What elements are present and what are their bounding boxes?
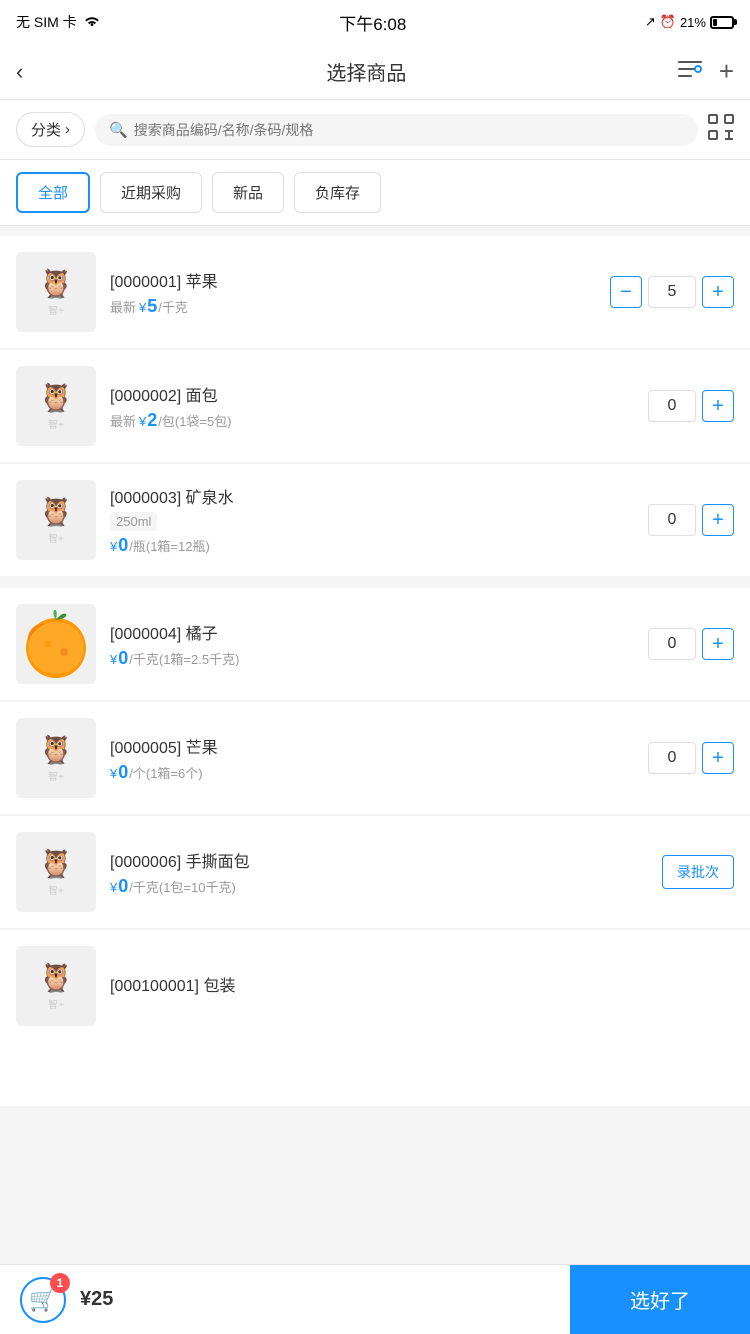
product-price: 最新 ¥ 5 /千克 <box>110 296 596 317</box>
product-thumbnail: 🦉 智+ <box>16 252 96 332</box>
search-icon: 🔍 <box>109 121 128 139</box>
scan-icon[interactable] <box>708 114 734 146</box>
search-input[interactable] <box>134 122 684 138</box>
quantity-plus-button[interactable]: + <box>702 628 734 660</box>
product-thumbnail: 🦉 智+ <box>16 718 96 798</box>
status-time: 下午6:08 <box>339 10 406 35</box>
product-thumbnail: 🦉 智+ <box>16 366 96 446</box>
product-quantity: + <box>648 628 734 660</box>
nav-bar: ‹ 选择商品 + <box>0 44 750 100</box>
product-price: ¥ 0 /个(1箱=6个) <box>110 762 634 783</box>
quantity-input[interactable] <box>648 742 696 774</box>
cart-total: ¥25 <box>80 1288 113 1311</box>
search-bar: 分类 › 🔍 <box>0 100 750 160</box>
tab-recent[interactable]: 近期采购 <box>100 172 202 213</box>
product-thumbnail: 🦉 智+ <box>16 946 96 1026</box>
owl-icon: 🦉 <box>39 495 74 528</box>
product-name: [0000005] 芒果 <box>110 734 634 758</box>
product-price: ¥ 0 /千克(1包=10千克) <box>110 876 648 897</box>
status-left: 无 SIM 卡 <box>16 12 101 32</box>
list-item: 🦉 智+ [0000001] 苹果 最新 ¥ 5 /千克 − + <box>0 236 750 348</box>
product-info: [0000006] 手撕面包 ¥ 0 /千克(1包=10千克) <box>110 848 648 897</box>
add-icon[interactable]: + <box>719 56 734 87</box>
list-item: 🦉 智+ [0000006] 手撕面包 ¥ 0 /千克(1包=10千克) 录批次 <box>0 816 750 928</box>
product-name: [000100001] 包装 <box>110 972 734 996</box>
filter-tabs: 全部 近期采购 新品 负库存 <box>0 160 750 226</box>
search-input-wrap: 🔍 <box>95 114 698 146</box>
divider <box>0 226 750 236</box>
quantity-minus-button[interactable]: − <box>610 276 642 308</box>
tab-all[interactable]: 全部 <box>16 172 90 213</box>
product-name: [0000001] 苹果 <box>110 268 596 292</box>
owl-icon: 🦉 <box>39 267 74 300</box>
category-button[interactable]: 分类 › <box>16 112 85 147</box>
list-item: 🦉 智+ [0000003] 矿泉水 250ml ¥ 0 /瓶(1箱=12瓶) … <box>0 464 750 576</box>
product-spec: 250ml <box>110 512 157 531</box>
quantity-input[interactable] <box>648 628 696 660</box>
product-quantity: + <box>648 742 734 774</box>
quantity-plus-button[interactable]: + <box>702 276 734 308</box>
wifi-icon <box>83 14 101 31</box>
product-list: 🦉 智+ [0000001] 苹果 最新 ¥ 5 /千克 − + 🦉 <box>0 236 750 1106</box>
page-title: 选择商品 <box>326 57 406 86</box>
product-info: [0000002] 面包 最新 ¥ 2 /包(1袋=5包) <box>110 382 634 431</box>
product-name: [0000002] 面包 <box>110 382 634 406</box>
product-quantity: 录批次 <box>662 855 734 889</box>
list-item: 🦉 智+ [0000002] 面包 最新 ¥ 2 /包(1袋=5包) + <box>0 350 750 462</box>
quantity-input[interactable] <box>648 390 696 422</box>
alarm-icon: ⏰ <box>660 14 676 30</box>
owl-icon: 🦉 <box>39 847 74 880</box>
back-button[interactable]: ‹ <box>16 59 56 85</box>
list-item: 🦉 智+ [0000005] 芒果 ¥ 0 /个(1箱=6个) + <box>0 702 750 814</box>
quantity-plus-button[interactable]: + <box>702 390 734 422</box>
quantity-input[interactable] <box>648 276 696 308</box>
product-price: ¥ 0 /千克(1箱=2.5千克) <box>110 648 634 669</box>
product-price: 最新 ¥ 2 /包(1袋=5包) <box>110 410 634 431</box>
product-name: [0000003] 矿泉水 <box>110 484 634 508</box>
owl-icon: 🦉 <box>39 733 74 766</box>
carrier-text: 无 SIM 卡 <box>16 12 77 32</box>
product-info: [0000003] 矿泉水 250ml ¥ 0 /瓶(1箱=12瓶) <box>110 484 634 556</box>
product-info: [0000001] 苹果 最新 ¥ 5 /千克 <box>110 268 596 317</box>
batch-button[interactable]: 录批次 <box>662 855 734 889</box>
tab-new[interactable]: 新品 <box>212 172 284 213</box>
quantity-plus-button[interactable]: + <box>702 742 734 774</box>
quantity-input[interactable] <box>648 504 696 536</box>
status-right: ↗ ⏰ 21% <box>645 14 734 30</box>
product-quantity: + <box>648 390 734 422</box>
tab-negative[interactable]: 负库存 <box>294 172 381 213</box>
battery-percent: 21% <box>680 15 706 30</box>
quantity-plus-button[interactable]: + <box>702 504 734 536</box>
product-name: [0000004] 橘子 <box>110 620 634 644</box>
product-thumbnail: 🦉 智+ <box>16 480 96 560</box>
list-item: 🦉 智+ [000100001] 包装 <box>0 930 750 1106</box>
product-thumbnail: 🦉 智+ <box>16 832 96 912</box>
product-info: [0000005] 芒果 ¥ 0 /个(1箱=6个) <box>110 734 634 783</box>
product-thumbnail <box>16 604 96 684</box>
product-price: ¥ 0 /瓶(1箱=12瓶) <box>110 535 634 556</box>
location-icon: ↗ <box>645 14 656 30</box>
owl-icon: 🦉 <box>39 381 74 414</box>
status-bar: 无 SIM 卡 下午6:08 ↗ ⏰ 21% <box>0 0 750 44</box>
product-quantity: − + <box>610 276 734 308</box>
filter-icon[interactable] <box>677 58 703 86</box>
product-quantity: + <box>648 504 734 536</box>
divider <box>0 578 750 588</box>
cart-badge: 1 <box>50 1273 70 1293</box>
product-info: [0000004] 橘子 ¥ 0 /千克(1箱=2.5千克) <box>110 620 634 669</box>
product-info: [000100001] 包装 <box>110 972 734 1000</box>
confirm-button[interactable]: 选好了 <box>570 1265 750 1334</box>
list-item: [0000004] 橘子 ¥ 0 /千克(1箱=2.5千克) + <box>0 588 750 700</box>
bottom-bar: 🛒 1 ¥25 选好了 <box>0 1264 750 1334</box>
owl-icon: 🦉 <box>39 961 74 994</box>
product-name: [0000006] 手撕面包 <box>110 848 648 872</box>
nav-actions: + <box>677 56 734 87</box>
battery-icon <box>710 16 734 29</box>
cart-section: 🛒 1 ¥25 <box>0 1277 570 1323</box>
cart-icon-button[interactable]: 🛒 1 <box>20 1277 66 1323</box>
